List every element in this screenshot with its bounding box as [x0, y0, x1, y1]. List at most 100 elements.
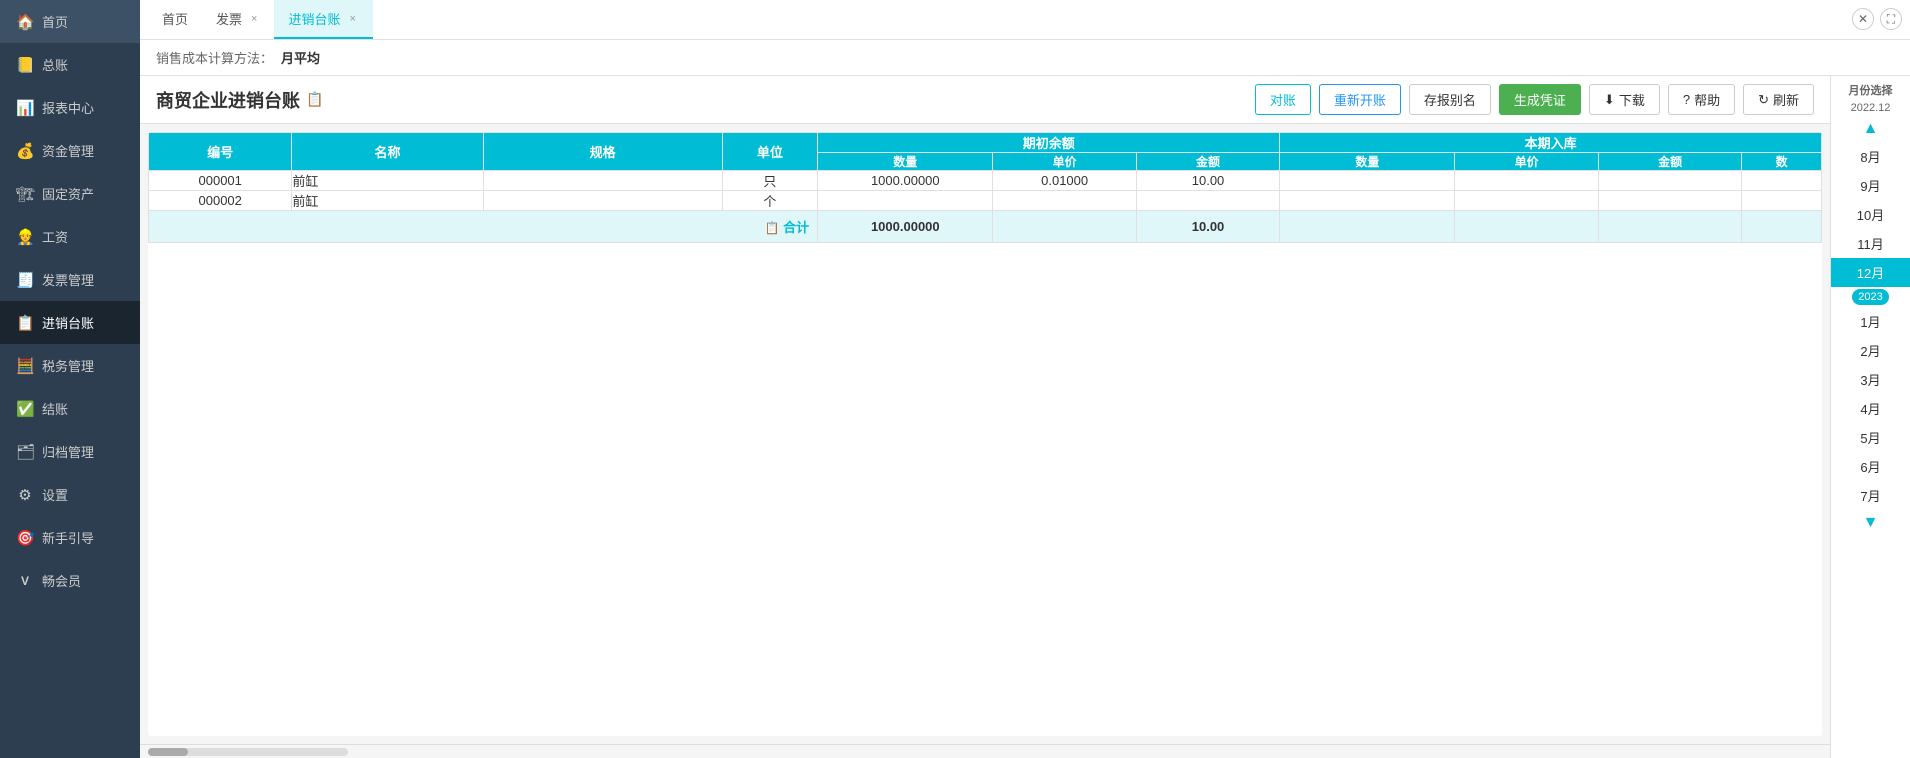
- sidebar-item-purchase-sales[interactable]: 📋 进销台账: [0, 301, 140, 344]
- total-opening-amount: 10.00: [1136, 211, 1279, 243]
- tab-purchase-sales-close[interactable]: ×: [346, 12, 358, 26]
- table-row: 000002 前缸 个: [149, 191, 1822, 211]
- total-inbound-qty: [1280, 211, 1455, 243]
- tab-bar: 首页 发票 × 进销台账 ×: [140, 0, 1910, 40]
- cell-opening-qty-2: [818, 191, 993, 211]
- page-header: 销售成本计算方法： 月平均: [140, 40, 1910, 76]
- sidebar-item-fixed-assets[interactable]: 🏗 固定资产: [0, 172, 140, 215]
- month-item-3[interactable]: 3月: [1831, 365, 1910, 394]
- cost-method-value: 月平均: [281, 48, 320, 67]
- download-button[interactable]: ⬇ 下载: [1589, 84, 1660, 115]
- tab-purchase-sales[interactable]: 进销台账 ×: [274, 0, 372, 39]
- horizontal-scrollbar[interactable]: [140, 744, 1830, 758]
- th-spec: 规格: [483, 133, 722, 171]
- help-icon: ?: [1683, 92, 1690, 107]
- sidebar-item-label: 资金管理: [42, 141, 94, 160]
- sidebar-item-closing[interactable]: ✅ 结账: [0, 387, 140, 430]
- data-table: 编号 名称 规格 单位 期初余额: [148, 132, 1822, 243]
- sidebar-item-label: 设置: [42, 485, 68, 504]
- sidebar-item-home[interactable]: 🏠 首页: [0, 0, 140, 43]
- sidebar-item-archive[interactable]: 🗂 归档管理: [0, 430, 140, 473]
- th-opening-qty: 数量: [818, 153, 993, 171]
- assets-icon: 🏗: [16, 185, 34, 203]
- th-name: 名称: [292, 133, 483, 171]
- main-area: ✕ ⛶ 首页 发票 × 进销台账 × 销售成本计算方法： 月平均 商贸企业进销台…: [140, 0, 1910, 758]
- maximize-button[interactable]: ⛶: [1880, 8, 1902, 30]
- tab-invoice-close[interactable]: ×: [248, 12, 260, 26]
- fund-icon: 💰: [16, 142, 34, 160]
- year-2022-label: 2022.12: [1847, 100, 1895, 116]
- month-item-11[interactable]: 11月: [1831, 229, 1910, 258]
- month-panel: 月份选择 2022.12 ▲ 8月 9月 10月 11月 12月 2023 1月…: [1830, 76, 1910, 758]
- generate-voucher-button[interactable]: 生成凭证: [1499, 84, 1581, 115]
- sidebar-item-settings[interactable]: ⚙ 设置: [0, 473, 140, 516]
- help-button[interactable]: ? 帮助: [1668, 84, 1735, 115]
- toolbar-actions: 对账 重新开账 存报别名 生成凭证 ⬇ 下载 ? 帮助 ↻ 刷新: [1255, 84, 1814, 115]
- sidebar-item-fund-management[interactable]: 💰 资金管理: [0, 129, 140, 172]
- cell-code-1: 000001: [149, 171, 292, 191]
- sidebar-item-label: 归档管理: [42, 442, 94, 461]
- total-row: 📋 合计 1000.00000 10.00: [149, 211, 1822, 243]
- sidebar-item-label: 发票管理: [42, 270, 94, 289]
- total-icon: 📋: [765, 221, 780, 235]
- purchase-sales-icon: 📋: [16, 314, 34, 332]
- refresh-button[interactable]: ↻ 刷新: [1743, 84, 1814, 115]
- close-button[interactable]: ✕: [1852, 8, 1874, 30]
- total-inbound-extra: [1742, 211, 1822, 243]
- save-alias-button[interactable]: 存报别名: [1409, 84, 1491, 115]
- month-item-12[interactable]: 12月: [1831, 258, 1910, 287]
- invoice-icon: 🧾: [16, 271, 34, 289]
- sidebar-item-general-ledger[interactable]: 📒 总账: [0, 43, 140, 86]
- month-item-2[interactable]: 2月: [1831, 336, 1910, 365]
- tab-invoice-label: 发票: [216, 9, 242, 28]
- th-group-inbound: 本期入库: [1280, 133, 1822, 153]
- cell-inbound-amount-2: [1598, 191, 1741, 211]
- month-item-10[interactable]: 10月: [1831, 200, 1910, 229]
- home-icon: 🏠: [16, 13, 34, 31]
- sidebar-item-label: 报表中心: [42, 98, 94, 117]
- month-item-5[interactable]: 5月: [1831, 423, 1910, 452]
- cell-spec-2: [483, 191, 722, 211]
- month-item-6[interactable]: 6月: [1831, 452, 1910, 481]
- sidebar-item-invoice-management[interactable]: 🧾 发票管理: [0, 258, 140, 301]
- month-item-9[interactable]: 9月: [1831, 171, 1910, 200]
- month-item-7[interactable]: 7月: [1831, 481, 1910, 510]
- cell-inbound-price-1: [1455, 171, 1598, 191]
- reconcile-button[interactable]: 对账: [1255, 84, 1311, 115]
- sidebar-item-salary[interactable]: 👷 工资: [0, 215, 140, 258]
- title-info-icon[interactable]: 📋: [306, 91, 323, 108]
- th-opening-amount: 金额: [1136, 153, 1279, 171]
- month-up-nav[interactable]: ▲: [1859, 116, 1883, 142]
- month-item-1[interactable]: 1月: [1831, 307, 1910, 336]
- th-code: 编号: [149, 133, 292, 171]
- sidebar-item-label: 新手引导: [42, 528, 94, 547]
- tab-invoice[interactable]: 发票 ×: [202, 0, 274, 39]
- sidebar-item-label: 进销台账: [42, 313, 94, 332]
- total-label-cell: 📋 合计: [149, 211, 818, 243]
- total-inbound-amount: [1598, 211, 1741, 243]
- sidebar-item-guide[interactable]: 🎯 新手引导: [0, 516, 140, 559]
- reopen-button[interactable]: 重新开账: [1319, 84, 1401, 115]
- th-opening-price: 单价: [993, 153, 1136, 171]
- archive-icon: 🗂: [16, 443, 34, 461]
- month-down-nav[interactable]: ▼: [1859, 510, 1883, 536]
- cell-unit-2: 个: [722, 191, 818, 211]
- cell-inbound-qty-1: [1280, 171, 1455, 191]
- sidebar-item-tax-management[interactable]: 🧮 税务管理: [0, 344, 140, 387]
- sidebar-item-label: 固定资产: [42, 184, 94, 203]
- sidebar-item-label: 首页: [42, 12, 68, 31]
- month-item-4[interactable]: 4月: [1831, 394, 1910, 423]
- tab-home[interactable]: 首页: [148, 0, 202, 39]
- sidebar-item-report-center[interactable]: 📊 报表中心: [0, 86, 140, 129]
- guide-icon: 🎯: [16, 529, 34, 547]
- settings-icon: ⚙: [16, 486, 34, 504]
- cell-opening-price-1: 0.01000: [993, 171, 1136, 191]
- cell-name-1: 前缸: [292, 171, 483, 191]
- cell-opening-price-2: [993, 191, 1136, 211]
- sidebar-item-member[interactable]: V 畅会员: [0, 559, 140, 602]
- page: 商贸企业进销台账 📋 对账 重新开账 存报别名 生成凭证 ⬇ 下载 ? 帮助: [140, 76, 1830, 758]
- scrollbar-thumb[interactable]: [148, 748, 188, 756]
- cell-inbound-qty-2: [1280, 191, 1455, 211]
- month-item-8[interactable]: 8月: [1831, 142, 1910, 171]
- cell-opening-amount-2: [1136, 191, 1279, 211]
